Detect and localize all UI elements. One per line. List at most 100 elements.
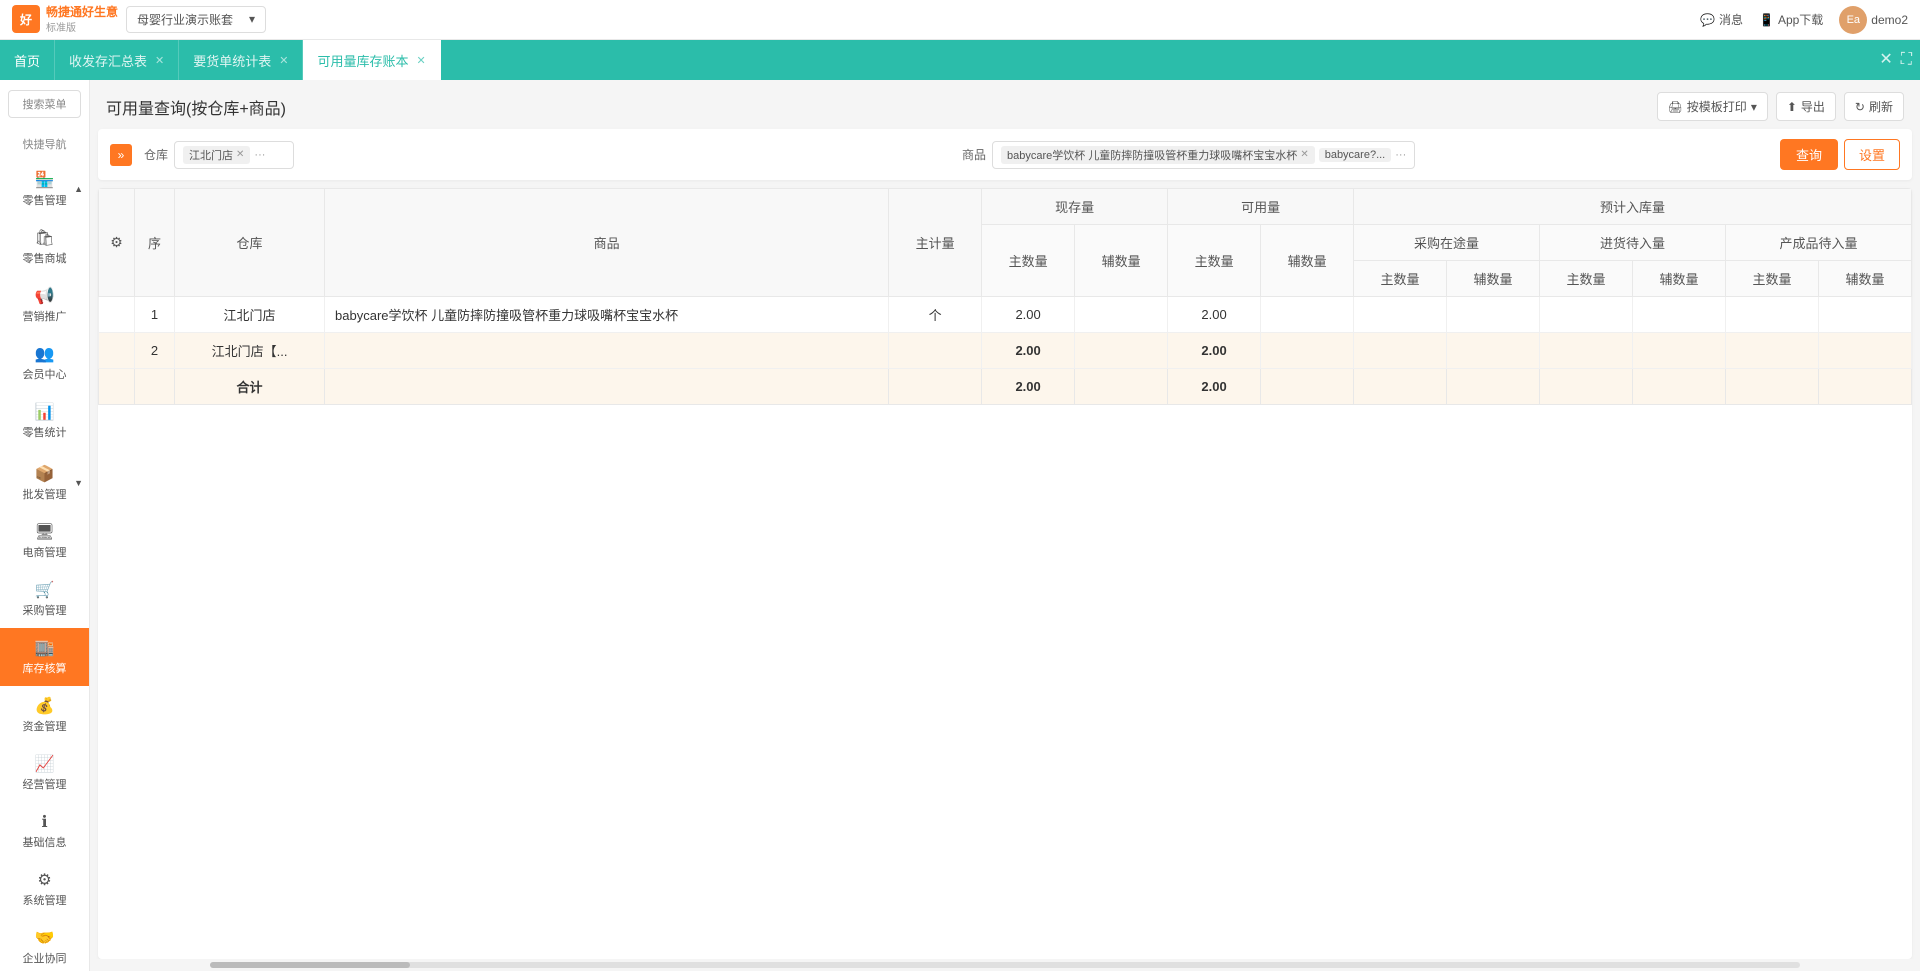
phone-icon: 📱 [1759, 13, 1774, 27]
tag-close-icon[interactable]: ✕ [236, 149, 244, 160]
sidebar-item-marketing[interactable]: 📢 营销推广 [0, 276, 89, 334]
refresh-label: 刷新 [1869, 98, 1893, 115]
tag-text: 江北门店 [189, 147, 233, 163]
row-prod-main [1726, 297, 1819, 333]
app-download-btn[interactable]: 📱 App下载 [1759, 11, 1823, 28]
sidebar-label: 电商管理 [23, 544, 67, 560]
user-avatar-btn[interactable]: Ea demo2 [1839, 6, 1908, 34]
sidebar-label: 零售管理 [23, 192, 67, 208]
purchase-arrival-header: 进货待入量 [1540, 225, 1726, 261]
close-icon[interactable]: ✕ [155, 54, 164, 67]
sidebar-item-member[interactable]: 👥 会员中心 [0, 334, 89, 392]
production-arrival-header: 产成品待入量 [1726, 225, 1912, 261]
top-bar-right: 💬 消息 📱 App下载 Ea demo2 [1700, 6, 1908, 34]
sidebar-label: 经营管理 [23, 776, 67, 792]
maximize-icon[interactable]: ⛶ [1901, 52, 1912, 68]
row-product [325, 333, 889, 369]
search-menu-btn[interactable]: 搜索菜单 [8, 90, 81, 118]
sidebar-item-ecommerce[interactable]: 🖥 电商管理 [0, 512, 89, 570]
sidebar-item-basic-info[interactable]: ℹ 基础信息 [0, 802, 89, 860]
warehouse-input[interactable]: 江北门店 ✕ ··· [174, 141, 294, 169]
stats-icon: 📊 [35, 402, 55, 422]
print-template-btn[interactable]: 🖨 按模板打印 ▾ [1657, 92, 1768, 121]
app-download-label: App下载 [1778, 11, 1823, 28]
close-icon[interactable]: ✕ [417, 54, 426, 67]
avail-sub-qty-header: 辅数量 [1261, 225, 1354, 297]
sidebar-item-retail-mgmt[interactable]: 🏪 零售管理 ▲ [0, 160, 89, 218]
row-stock-sub [1075, 333, 1168, 369]
sidebar-label: 基础信息 [23, 834, 67, 850]
pa-main-qty-header: 主数量 [1540, 261, 1633, 297]
table-row: 2 江北门店【... 2.00 2.00 [99, 333, 1912, 369]
footer-prod-main [1726, 369, 1819, 405]
brand-logo: 好 畅捷通好生意 标准版 [12, 5, 118, 34]
industry-selector[interactable]: 母婴行业演示账套 ▾ [126, 6, 266, 33]
stock-main-qty-header: 主数量 [982, 225, 1075, 297]
scroll-track [210, 962, 1800, 968]
chevron-icon: ▼ [74, 478, 83, 488]
footer-product [325, 369, 889, 405]
tab-label: 可用量库存账本 [317, 51, 408, 70]
member-icon: 👥 [35, 344, 55, 364]
avatar: Ea [1839, 6, 1867, 34]
product-tag-2: babycare?... [1319, 148, 1392, 162]
settings-btn[interactable]: 设置 [1844, 139, 1900, 170]
close-window-icon[interactable]: ✕ [1879, 52, 1892, 68]
sidebar-item-purchase[interactable]: 🛒 采购管理 [0, 570, 89, 628]
tag-close-icon[interactable]: ✕ [1300, 149, 1308, 160]
scroll-thumb[interactable] [210, 962, 410, 968]
sidebar-item-retail-stats[interactable]: 📊 零售统计 [0, 392, 89, 450]
row-avail-main: 2.00 [1168, 333, 1261, 369]
export-btn[interactable]: ⬆ 导出 [1776, 92, 1836, 121]
retail-icon: 🏪 [35, 170, 55, 190]
settings-col-header[interactable]: ⚙ [99, 189, 135, 297]
quick-nav-label[interactable]: 快捷导航 [0, 128, 89, 156]
settings-icon: ⚙ [37, 870, 51, 890]
sidebar-item-retail-mall[interactable]: 🛍 零售商城 [0, 218, 89, 276]
footer-avail-main: 2.00 [1168, 369, 1261, 405]
ecommerce-icon: 🖥 [34, 522, 54, 542]
sidebar-label: 批发管理 [23, 486, 67, 502]
pa-sub-qty-header: 辅数量 [1633, 261, 1726, 297]
footer-stock-main: 2.00 [982, 369, 1075, 405]
row-warehouse: 江北门店 [175, 297, 325, 333]
more-icon[interactable]: ··· [254, 149, 265, 161]
brand-name: 畅捷通好生意 [46, 5, 118, 19]
sidebar-item-enterprise[interactable]: 🤝 企业协同 [0, 918, 89, 971]
warehouse-label: 仓库 [144, 146, 168, 163]
tab-home[interactable]: 首页 [0, 40, 55, 80]
msg-btn[interactable]: 💬 消息 [1700, 11, 1743, 28]
row-prod-sub [1818, 333, 1911, 369]
filter-actions: 查询 设置 [1780, 139, 1900, 170]
top-bar: 好 畅捷通好生意 标准版 母婴行业演示账套 ▾ 💬 消息 📱 App下载 Ea … [0, 0, 1920, 40]
page-title: 可用量查询(按仓库+商品) [106, 95, 286, 119]
sidebar-item-operations[interactable]: 📈 经营管理 [0, 744, 89, 802]
more-icon[interactable]: ··· [1395, 149, 1406, 161]
sidebar-label: 零售统计 [23, 424, 67, 440]
sidebar-label: 会员中心 [23, 366, 67, 382]
tab-order-stats[interactable]: 要货单统计表 ✕ [179, 40, 303, 80]
refresh-btn[interactable]: ↻ 刷新 [1844, 92, 1904, 121]
sidebar-item-sys-mgmt[interactable]: ⚙ 系统管理 [0, 860, 89, 918]
sidebar-label: 系统管理 [23, 892, 67, 908]
sidebar-item-wholesale[interactable]: 📦 批发管理 ▼ [0, 454, 89, 512]
sidebar-item-finance[interactable]: 💰 资金管理 [0, 686, 89, 744]
row-pa-sub [1633, 297, 1726, 333]
query-btn[interactable]: 查询 [1780, 139, 1838, 170]
current-stock-col-header: 现存量 [982, 189, 1168, 225]
table-wrap: ⚙ 序 仓库 商品 主计量 现存量 可用量 预计入库量 主数量 辅数量 主数量 … [98, 188, 1912, 959]
home-label: 首页 [14, 51, 40, 70]
window-controls: ✕ ⛶ [1879, 40, 1920, 80]
tab-receipt-summary[interactable]: 收发存汇总表 ✕ [55, 40, 179, 80]
row-pt-main [1354, 297, 1447, 333]
footer-settings [99, 369, 135, 405]
close-icon[interactable]: ✕ [279, 54, 288, 67]
sidebar-item-inventory[interactable]: 🏬 库存核算 [0, 628, 89, 686]
horizontal-scrollbar[interactable] [90, 959, 1920, 971]
tab-available-stock[interactable]: 可用量库存账本 ✕ [303, 40, 440, 80]
footer-num [135, 369, 175, 405]
refresh-icon: ↻ [1855, 100, 1865, 114]
product-input[interactable]: babycare学饮杯 儿童防摔防撞吸管杯重力球吸嘴杯宝宝水杯 ✕ babyca… [992, 141, 1415, 169]
filter-expand-btn[interactable]: » [110, 144, 132, 166]
row-num: 2 [135, 333, 175, 369]
